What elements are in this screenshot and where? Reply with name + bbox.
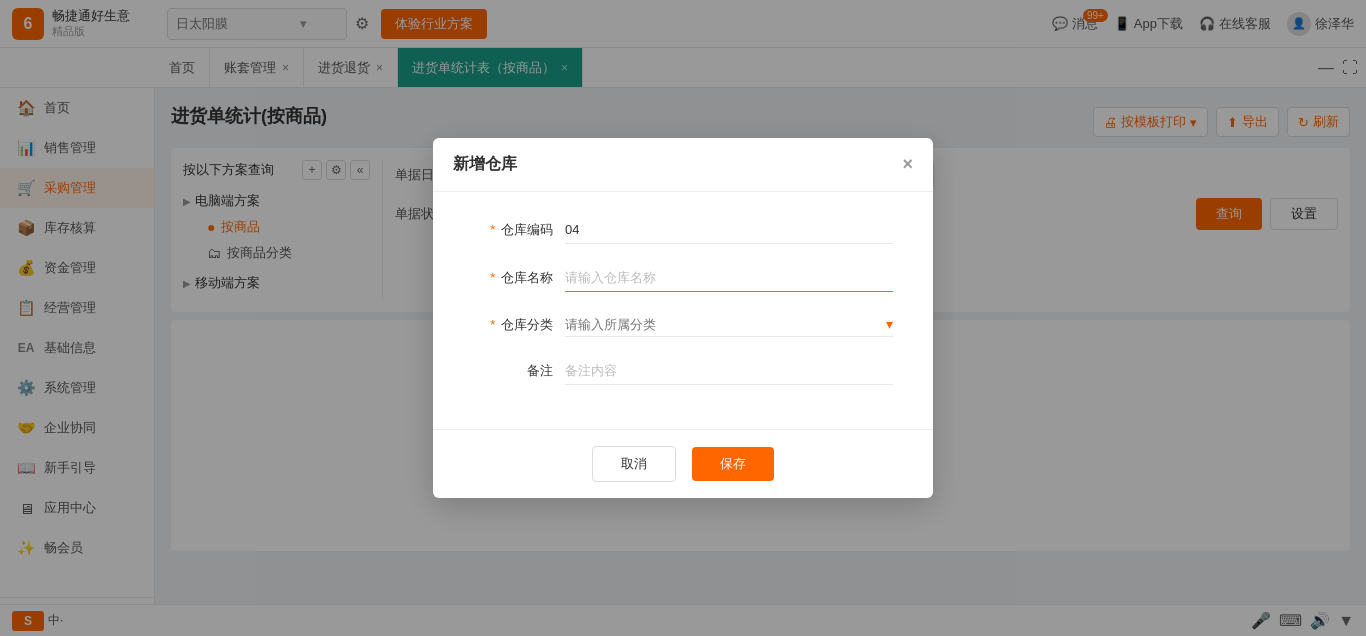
form-row-name: 仓库名称: [473, 264, 893, 292]
form-input-remark[interactable]: [565, 357, 893, 385]
modal-close-icon[interactable]: ×: [902, 154, 913, 175]
modal-title: 新增仓库: [453, 154, 517, 175]
modal-overlay: 新增仓库 × 仓库编码 仓库名称 仓库分类: [0, 0, 1366, 636]
form-row-remark: 备注: [473, 357, 893, 385]
form-label-remark: 备注: [473, 362, 553, 380]
save-button[interactable]: 保存: [692, 447, 774, 481]
form-category-input[interactable]: [565, 317, 886, 332]
modal-body: 仓库编码 仓库名称 仓库分类 ▾: [433, 192, 933, 429]
form-row-category: 仓库分类 ▾: [473, 312, 893, 337]
form-category-dropdown-icon[interactable]: ▾: [886, 316, 893, 332]
form-category-select-wrapper[interactable]: ▾: [565, 312, 893, 337]
form-input-code[interactable]: [565, 216, 893, 244]
form-label-code: 仓库编码: [473, 221, 553, 239]
form-row-code: 仓库编码: [473, 216, 893, 244]
form-label-name: 仓库名称: [473, 269, 553, 287]
form-label-category: 仓库分类: [473, 316, 553, 334]
form-input-name[interactable]: [565, 264, 893, 292]
modal-footer: 取消 保存: [433, 429, 933, 498]
cancel-button[interactable]: 取消: [592, 446, 676, 482]
add-warehouse-modal: 新增仓库 × 仓库编码 仓库名称 仓库分类: [433, 138, 933, 498]
modal-header: 新增仓库 ×: [433, 138, 933, 192]
